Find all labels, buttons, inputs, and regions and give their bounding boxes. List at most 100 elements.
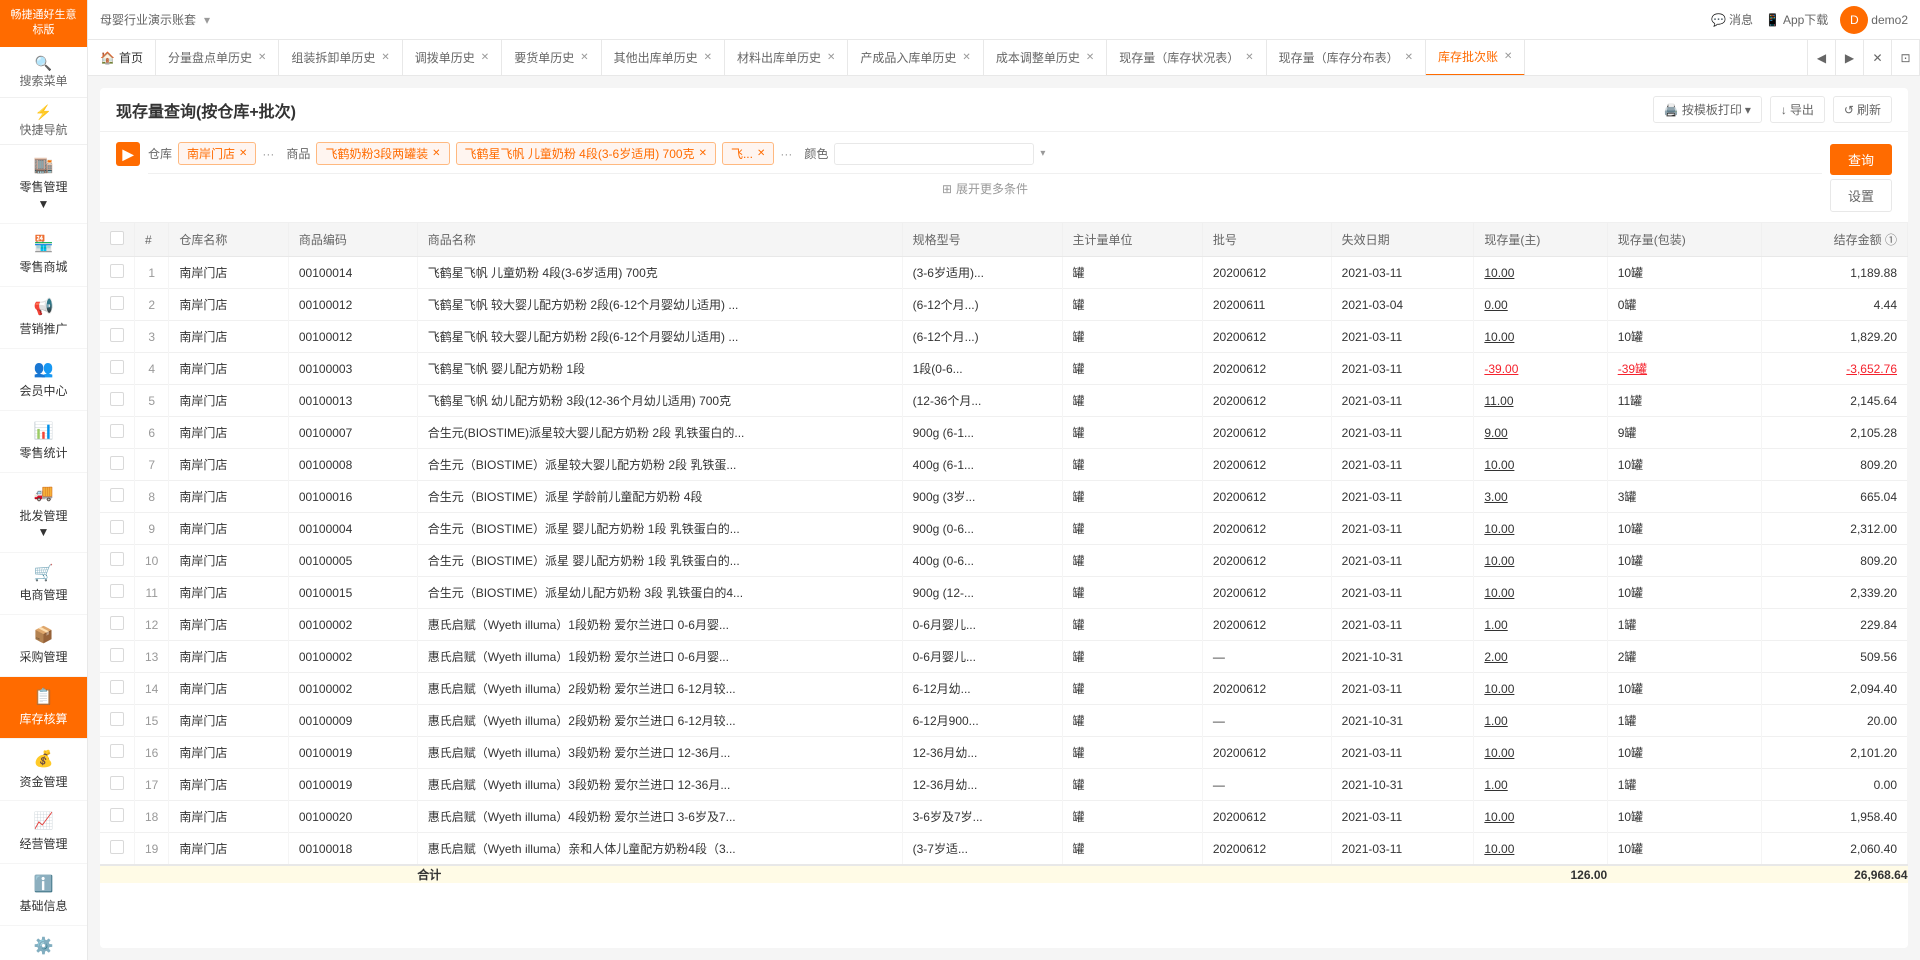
row-qty-main[interactable]: 10.00 [1474, 321, 1607, 353]
tab-item-4[interactable]: 要货单历史 ✕ [502, 40, 601, 76]
sidebar-search[interactable]: 🔍 搜索菜单 [0, 47, 87, 98]
row-qty-main[interactable]: 10.00 [1474, 577, 1607, 609]
row-select-checkbox[interactable] [110, 680, 124, 694]
product-tag-1[interactable]: 飞鹤奶粉3段两罐装 ✕ [316, 142, 449, 165]
sidebar-item-basic-info[interactable]: ℹ️ 基础信息 [0, 864, 87, 926]
tab-home[interactable]: 🏠 首页 [88, 40, 156, 76]
row-qty-main[interactable]: 10.00 [1474, 513, 1607, 545]
tabs-maximize-btn[interactable]: ⊡ [1892, 40, 1920, 76]
row-select-checkbox[interactable] [110, 840, 124, 854]
export-btn[interactable]: ↓ 导出 [1770, 96, 1825, 123]
tab-item-2[interactable]: 组装拆卸单历史 ✕ [279, 40, 402, 76]
warehouse-tag-close[interactable]: ✕ [239, 148, 247, 159]
row-qty-main[interactable]: 10.00 [1474, 449, 1607, 481]
settings-btn[interactable]: 设置 [1830, 179, 1892, 212]
row-select-checkbox[interactable] [110, 648, 124, 662]
query-btn[interactable]: 查询 [1830, 144, 1892, 175]
tabs-close-btn[interactable]: ✕ [1864, 40, 1892, 76]
tab-item-7[interactable]: 产成品入库单历史 ✕ [848, 40, 983, 76]
sidebar-item-wholesale[interactable]: 🚚 批发管理 ▼ [0, 473, 87, 553]
row-select-checkbox[interactable] [110, 264, 124, 278]
row-select-checkbox[interactable] [110, 616, 124, 630]
sidebar-item-ecommerce[interactable]: 🛒 电商管理 [0, 553, 87, 615]
row-qty-main[interactable]: 11.00 [1474, 385, 1607, 417]
refresh-btn[interactable]: ↺ 刷新 [1833, 96, 1892, 123]
sidebar-item-retail-stats[interactable]: 📊 零售统计 [0, 411, 87, 473]
message-btn[interactable]: 💬 消息 [1711, 11, 1753, 28]
warehouse-tag[interactable]: 南岸门店 ✕ [178, 142, 256, 165]
row-qty-main[interactable]: 1.00 [1474, 609, 1607, 641]
row-qty-main[interactable]: 10.00 [1474, 257, 1607, 289]
user-profile[interactable]: D demo2 [1840, 6, 1908, 34]
color-input[interactable] [834, 143, 1034, 165]
row-qty-main[interactable]: 1.00 [1474, 769, 1607, 801]
row-qty-main[interactable]: 10.00 [1474, 545, 1607, 577]
product-tag3-close[interactable]: ✕ [757, 148, 765, 159]
row-qty-main[interactable]: 2.00 [1474, 641, 1607, 673]
sidebar-item-operations[interactable]: 📈 经营管理 [0, 801, 87, 863]
sidebar-item-sys-mgmt[interactable]: ⚙️ 系统管理 [0, 926, 87, 960]
tab-close-4[interactable]: ✕ [580, 52, 588, 63]
product-tag-2[interactable]: 飞鹤星飞帆 儿童奶粉 4段(3-6岁适用) 700克 ✕ [456, 142, 716, 165]
row-qty-main[interactable]: 10.00 [1474, 833, 1607, 866]
row-qty-main[interactable]: 3.00 [1474, 481, 1607, 513]
product-tag1-close[interactable]: ✕ [432, 148, 440, 159]
row-select-checkbox[interactable] [110, 584, 124, 598]
sidebar-item-inventory[interactable]: 📋 库存核算 [0, 677, 87, 739]
sidebar-item-retail-mgmt[interactable]: 🏬 零售管理 ▼ [0, 145, 87, 225]
tab-close-7[interactable]: ✕ [962, 52, 970, 63]
row-qty-main[interactable]: 1.00 [1474, 705, 1607, 737]
tab-item-3[interactable]: 调拨单历史 ✕ [403, 40, 502, 76]
product-more[interactable]: ··· [780, 147, 792, 161]
tab-item-5[interactable]: 其他出库单历史 ✕ [602, 40, 725, 76]
tab-close-5[interactable]: ✕ [704, 52, 712, 63]
tabs-next-btn[interactable]: ▶ [1836, 40, 1864, 76]
row-qty-main[interactable]: 10.00 [1474, 673, 1607, 705]
tabs-prev-btn[interactable]: ◀ [1808, 40, 1836, 76]
sidebar-item-marketing[interactable]: 📢 营销推广 [0, 287, 87, 349]
template-print-btn[interactable]: 🖨️ 按模板打印 ▾ [1653, 96, 1762, 123]
product-tag2-close[interactable]: ✕ [699, 148, 707, 159]
row-select-checkbox[interactable] [110, 296, 124, 310]
tab-close-2[interactable]: ✕ [381, 52, 389, 63]
tab-close-10[interactable]: ✕ [1405, 52, 1413, 63]
row-select-checkbox[interactable] [110, 392, 124, 406]
sidebar-item-purchase[interactable]: 📦 采购管理 [0, 615, 87, 677]
row-select-checkbox[interactable] [110, 808, 124, 822]
tab-close-11[interactable]: ✕ [1504, 51, 1512, 62]
sidebar-item-retail-shop[interactable]: 🏪 零售商城 [0, 224, 87, 286]
row-select-checkbox[interactable] [110, 456, 124, 470]
tab-item-8[interactable]: 成本调整单历史 ✕ [984, 40, 1107, 76]
row-qty-main[interactable]: 0.00 [1474, 289, 1607, 321]
warehouse-more[interactable]: ··· [262, 147, 274, 161]
row-select-checkbox[interactable] [110, 520, 124, 534]
tab-close-3[interactable]: ✕ [481, 52, 489, 63]
row-qty-main[interactable]: 10.00 [1474, 737, 1607, 769]
row-select-checkbox[interactable] [110, 712, 124, 726]
sidebar-item-finance[interactable]: 💰 资金管理 [0, 739, 87, 801]
tab-item-9[interactable]: 现存量（库存状况表） ✕ [1107, 40, 1266, 76]
tab-close-8[interactable]: ✕ [1086, 52, 1094, 63]
filter-expand-btn[interactable]: ▶ [116, 142, 140, 166]
row-qty-main[interactable]: 9.00 [1474, 417, 1607, 449]
tab-item-10[interactable]: 现存量（库存分布表） ✕ [1267, 40, 1426, 76]
app-download-btn[interactable]: 📱 App下载 [1765, 11, 1828, 28]
dropdown-arrow[interactable]: ▾ [204, 13, 210, 27]
tab-item-6[interactable]: 材料出库单历史 ✕ [725, 40, 848, 76]
tab-item-11[interactable]: 库存批次账 ✕ [1426, 40, 1525, 76]
tab-item-1[interactable]: 分量盘点单历史 ✕ [156, 40, 279, 76]
row-select-checkbox[interactable] [110, 744, 124, 758]
expand-conditions-btn[interactable]: ⊞ 展开更多条件 [148, 173, 1822, 197]
row-select-checkbox[interactable] [110, 328, 124, 342]
tab-close-6[interactable]: ✕ [827, 52, 835, 63]
tab-close-1[interactable]: ✕ [258, 52, 266, 63]
tab-close-9[interactable]: ✕ [1245, 52, 1253, 63]
sidebar-quicknav[interactable]: ⚡ 快捷导航 [0, 98, 87, 145]
product-tag-3[interactable]: 飞... ✕ [722, 142, 774, 165]
sidebar-item-member[interactable]: 👥 会员中心 [0, 349, 87, 411]
row-select-checkbox[interactable] [110, 360, 124, 374]
row-select-checkbox[interactable] [110, 424, 124, 438]
row-select-checkbox[interactable] [110, 552, 124, 566]
row-select-checkbox[interactable] [110, 776, 124, 790]
select-all-checkbox[interactable] [110, 231, 124, 245]
